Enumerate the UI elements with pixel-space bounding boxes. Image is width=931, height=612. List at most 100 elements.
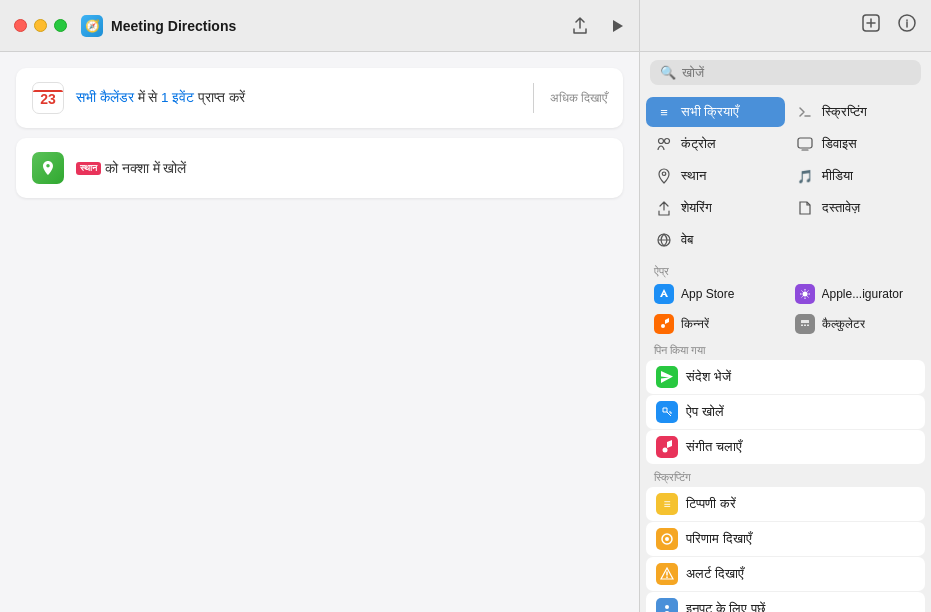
sidebar-item-scripting-label: स्क्रिप्टिंग	[822, 105, 867, 120]
location-icon	[654, 166, 674, 186]
sidebar-item-devices[interactable]: डिवाइस	[787, 129, 926, 159]
calendar-card[interactable]: 23 सभी कैलेंडर में से 1 इवेंट प्राप्त कर…	[16, 68, 623, 128]
scripting-icon	[795, 102, 815, 122]
scripting-item-show-result[interactable]: परिणाम दिखाएँ	[646, 522, 925, 556]
title-bar: 🧭 Meeting Directions	[0, 0, 639, 52]
app-icon: 🧭	[81, 15, 103, 37]
maps-card[interactable]: स्थान को नक्शा में खोलें	[16, 138, 623, 198]
sidebar-item-web-label: वेब	[681, 233, 693, 248]
minimize-button[interactable]	[34, 19, 47, 32]
calendar-day: 23	[40, 92, 56, 106]
add-action-button[interactable]	[861, 13, 881, 38]
svg-point-16	[665, 537, 669, 541]
sidebar-item-scripting[interactable]: स्क्रिप्टिंग	[787, 97, 926, 127]
sidebar-item-all[interactable]: ≡ सभी क्रियाएँ	[646, 97, 785, 127]
appstore-icon	[654, 284, 674, 304]
close-button[interactable]	[14, 19, 27, 32]
app-item-itunes[interactable]: किन्नरें	[646, 310, 785, 338]
calculator-icon	[795, 314, 815, 334]
svg-point-4	[665, 139, 670, 144]
scripting-show-result-label: परिणाम दिखाएँ	[686, 531, 752, 547]
svg-rect-11	[801, 325, 803, 327]
svg-point-17	[665, 605, 669, 609]
pinned-send-message-label: संदेश भेजें	[686, 369, 731, 385]
window-title: Meeting Directions	[111, 18, 571, 34]
search-bar: 🔍	[640, 52, 931, 93]
maps-text: को नक्शा में खोलें	[105, 161, 186, 177]
sidebar-item-control[interactable]: कंट्रोल	[646, 129, 785, 159]
calendar-all-label: सभी कैलेंडर	[76, 90, 134, 105]
control-icon	[654, 134, 674, 154]
play-button[interactable]	[609, 18, 625, 34]
info-button[interactable]	[897, 13, 917, 38]
scripting-show-alert-label: अलर्ट दिखाएँ	[686, 566, 744, 582]
pinned-section-label: पिन किया गया	[640, 338, 931, 359]
sidebar-item-web[interactable]: वेब	[646, 225, 785, 255]
search-input[interactable]	[682, 65, 911, 80]
card-calendar-content: सभी कैलेंडर में से 1 इवेंट प्राप्त करें	[76, 90, 517, 106]
sidebar-item-sharing-label: शेयरिंग	[681, 201, 712, 216]
scripting-section-label: स्क्रिप्टिंग	[640, 465, 931, 486]
card-maps-content: स्थान को नक्शा में खोलें	[76, 159, 607, 177]
sidebar-item-documents-label: दस्तावेज़	[822, 201, 860, 216]
maximize-button[interactable]	[54, 19, 67, 32]
sidebar-item-sharing[interactable]: शेयरिंग	[646, 193, 785, 223]
open-app-icon	[656, 401, 678, 423]
sidebar-item-location[interactable]: स्थान	[646, 161, 785, 191]
share-button[interactable]	[571, 17, 589, 35]
svg-point-14	[663, 448, 668, 453]
apps-grid: App Store Apple...igurator	[640, 280, 931, 338]
sharing-icon	[654, 198, 674, 218]
sidebar-item-media[interactable]: 🎵 मीडिया	[787, 161, 926, 191]
show-alert-icon	[656, 563, 678, 585]
scripting-ask-input-label: इनपुट के लिए पूछें	[686, 601, 765, 612]
all-icon: ≡	[654, 102, 674, 122]
sidebar-item-all-label: सभी क्रियाएँ	[681, 105, 739, 120]
scripting-item-show-alert[interactable]: अलर्ट दिखाएँ	[646, 557, 925, 591]
pinned-item-open-app[interactable]: ऐप खोलें	[646, 395, 925, 429]
right-header	[640, 0, 931, 52]
svg-point-7	[802, 292, 807, 297]
calendar-event-count: 1 इवेंट	[161, 90, 194, 105]
maps-badge: स्थान	[76, 162, 101, 175]
more-label[interactable]: अधिक दिखाएँ	[550, 91, 607, 105]
send-message-icon	[656, 366, 678, 388]
svg-rect-13	[807, 325, 809, 327]
media-icon: 🎵	[795, 166, 815, 186]
app-item-apple-config[interactable]: Apple...igurator	[787, 280, 926, 308]
left-panel: 🧭 Meeting Directions 23 सभी कैलेंडर	[0, 0, 640, 612]
search-icon: 🔍	[660, 65, 676, 80]
web-icon	[654, 230, 674, 250]
svg-rect-12	[804, 325, 806, 327]
calculator-label: कैल्कुलेटर	[822, 317, 865, 331]
comment-icon: ≡	[656, 493, 678, 515]
sidebar-item-documents[interactable]: दस्तावेज़	[787, 193, 926, 223]
apple-config-label: Apple...igurator	[822, 287, 903, 301]
pinned-item-play-music[interactable]: संगीत चलाएँ	[646, 430, 925, 464]
calendar-suffix: प्राप्त करें	[198, 90, 245, 105]
search-input-wrap: 🔍	[650, 60, 921, 85]
app-item-appstore[interactable]: App Store	[646, 280, 785, 308]
pinned-item-send-message[interactable]: संदेश भेजें	[646, 360, 925, 394]
pinned-open-app-label: ऐप खोलें	[686, 404, 724, 420]
play-music-icon	[656, 436, 678, 458]
category-grid: ≡ सभी क्रियाएँ स्क्रिप्टिंग	[640, 93, 931, 259]
scripting-comment-label: टिप्पणी करें	[686, 496, 736, 512]
sidebar-scroll: ≡ सभी क्रियाएँ स्क्रिप्टिंग	[640, 93, 931, 612]
scripting-item-comment[interactable]: ≡ टिप्पणी करें	[646, 487, 925, 521]
itunes-label: किन्नरें	[681, 317, 709, 331]
sidebar-item-media-label: मीडिया	[822, 169, 853, 184]
pinned-play-music-label: संगीत चलाएँ	[686, 439, 742, 455]
svg-marker-0	[613, 20, 623, 32]
svg-point-3	[659, 139, 664, 144]
sidebar-item-control-label: कंट्रोल	[681, 137, 716, 152]
calendar-middle-text: में से	[138, 90, 162, 105]
svg-point-8	[661, 324, 665, 328]
ask-input-icon	[656, 598, 678, 612]
app-item-calculator[interactable]: कैल्कुलेटर	[787, 310, 926, 338]
traffic-lights	[14, 19, 67, 32]
right-panel: 🔍 ≡ सभी क्रियाएँ स्क्रिप्टिंग	[640, 0, 931, 612]
svg-rect-5	[798, 138, 812, 148]
show-result-icon	[656, 528, 678, 550]
scripting-item-ask-input[interactable]: इनपुट के लिए पूछें	[646, 592, 925, 612]
